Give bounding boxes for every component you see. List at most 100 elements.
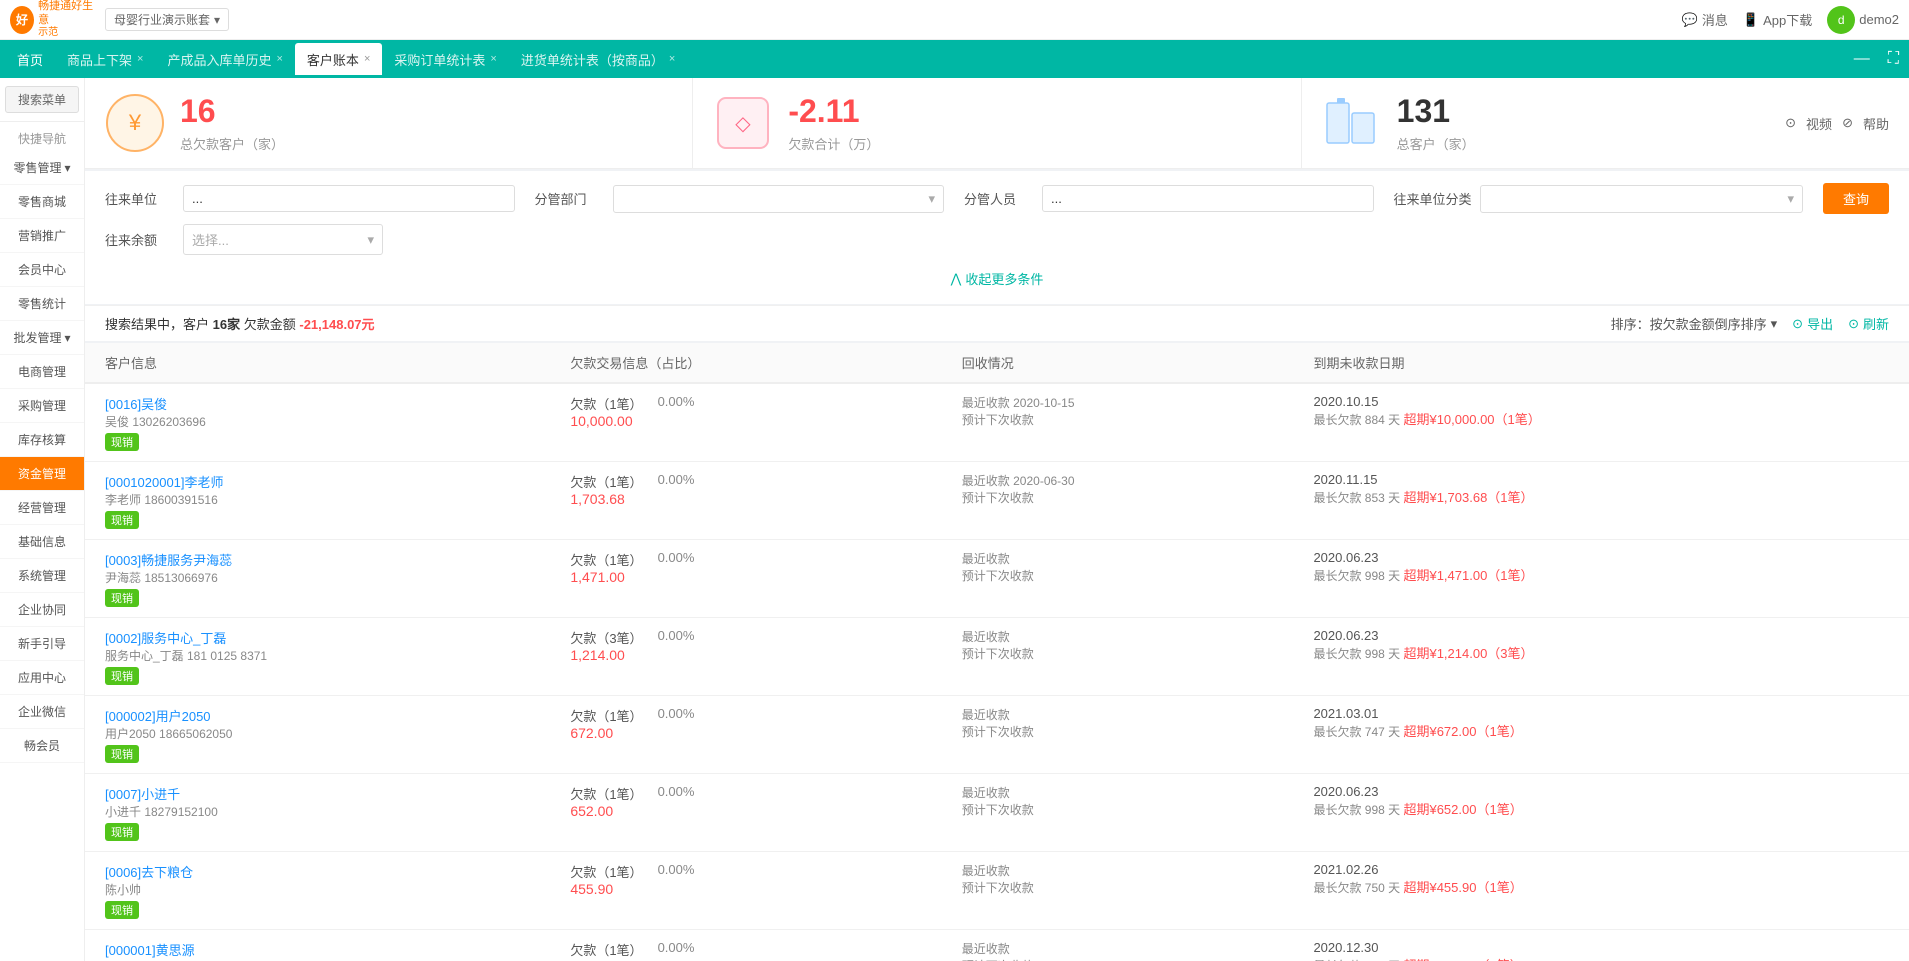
sidebar-item-enterprise-wechat[interactable]: 企业微信 bbox=[0, 695, 84, 729]
cell-return-status-6: 最近收款 预计下次收款 bbox=[942, 852, 1294, 930]
table-row: [0006]去下粮仓 陈小帅 现销 欠款（1笔） 455.90 0.00% 最近… bbox=[85, 852, 1909, 930]
tab-production-history[interactable]: 产成品入库单历史 × bbox=[155, 43, 294, 75]
balance-select[interactable]: 选择... ▾ bbox=[183, 224, 383, 255]
page-area: ¥ 16 总欠款客户（家） ◇ bbox=[85, 78, 1909, 961]
user-avatar[interactable]: d demo2 bbox=[1827, 6, 1899, 34]
debt-amount-3[interactable]: 1,214.00 bbox=[570, 647, 642, 663]
filter-manager: 分管人员 ... bbox=[964, 185, 1374, 212]
table-row: [0007]小进千 小进千 18279152100 现销 欠款（1笔） 652.… bbox=[85, 774, 1909, 852]
tab-close-icon[interactable]: × bbox=[669, 53, 675, 65]
customer-name-5[interactable]: [0007]小进千 bbox=[105, 784, 530, 803]
sidebar-item-capital[interactable]: 资金管理 bbox=[0, 457, 84, 491]
manager-input[interactable]: ... bbox=[1042, 185, 1374, 212]
sidebar-item-batch-mgmt[interactable]: 批发管理 ▾ bbox=[0, 321, 84, 355]
tab-close-icon[interactable]: × bbox=[276, 53, 282, 65]
refresh-btn[interactable]: ⊙ 刷新 bbox=[1848, 314, 1889, 333]
tab-purchase-order[interactable]: 采购订单统计表 × bbox=[382, 43, 508, 75]
sidebar-item-basic-info[interactable]: 基础信息 bbox=[0, 525, 84, 559]
sidebar-item-new-guide[interactable]: 新手引导 bbox=[0, 627, 84, 661]
result-info: 搜索结果中，客户 16家 欠款金额 -21,148.07元 bbox=[105, 314, 375, 333]
export-btn[interactable]: ⊙ 导出 bbox=[1792, 314, 1833, 333]
cell-return-status-4: 最近收款 预计下次收款 bbox=[942, 696, 1294, 774]
department-select[interactable]: ▾ bbox=[613, 185, 945, 213]
sort-select[interactable]: 排序：按欠款金额倒序排序 ▾ bbox=[1611, 314, 1778, 333]
chevron-down-icon: ▾ bbox=[64, 161, 70, 175]
debt-amount-0[interactable]: 10,000.00 bbox=[570, 413, 642, 429]
help-label[interactable]: 帮助 bbox=[1863, 114, 1889, 133]
avatar: d bbox=[1827, 6, 1855, 34]
col-due-date: 到期未收款日期 bbox=[1293, 343, 1909, 383]
debt-amount-2[interactable]: 1,471.00 bbox=[570, 569, 642, 585]
customer-name-6[interactable]: [0006]去下粮仓 bbox=[105, 862, 530, 881]
table-row: [0001020001]李老师 李老师 18600391516 现销 欠款（1笔… bbox=[85, 462, 1909, 540]
cell-debt-info-6: 欠款（1笔） 455.90 0.00% bbox=[550, 852, 941, 930]
tab-close-icon[interactable]: × bbox=[490, 53, 496, 65]
customer-name-3[interactable]: [0002]服务中心_丁磊 bbox=[105, 628, 530, 647]
overdue-amount-1[interactable]: 超期¥1,703.68（1笔） bbox=[1403, 490, 1533, 505]
cell-due-date-3: 2020.06.23 最长欠款 998 天 超期¥1,214.00（3笔） bbox=[1293, 618, 1909, 696]
card-top-actions: ⊙ 视频 ⊘ 帮助 bbox=[1785, 114, 1889, 133]
chevron-down-icon: ▾ bbox=[928, 191, 935, 207]
tab-inventory-stats[interactable]: 进货单统计表（按商品） × bbox=[509, 43, 687, 75]
sidebar-item-marketing[interactable]: 营销推广 bbox=[0, 219, 84, 253]
collapse-btn[interactable]: ⋀ 收起更多条件 bbox=[105, 265, 1889, 292]
next-collect-0: 预计下次收款 bbox=[962, 411, 1274, 428]
tab-close-icon[interactable]: × bbox=[364, 53, 370, 65]
table-row: [000002]用户2050 用户2050 18665062050 现销 欠款（… bbox=[85, 696, 1909, 774]
sidebar-item-retail-mall[interactable]: 零售商城 bbox=[0, 185, 84, 219]
col-return-status: 回收情况 bbox=[942, 343, 1294, 383]
debt-amount-1[interactable]: 1,703.68 bbox=[570, 491, 642, 507]
svg-text:¥: ¥ bbox=[128, 110, 142, 135]
filter-category: 往来单位分类 ▾ bbox=[1394, 185, 1804, 213]
sidebar-item-member-center[interactable]: 会员中心 bbox=[0, 253, 84, 287]
video-label[interactable]: 视频 bbox=[1806, 114, 1832, 133]
search-button[interactable]: 查询 bbox=[1823, 183, 1889, 214]
cell-customer-info-4: [000002]用户2050 用户2050 18665062050 现销 bbox=[85, 696, 550, 774]
tab-close-icon[interactable]: × bbox=[137, 53, 143, 65]
overdue-amount-4[interactable]: 超期¥672.00（1笔） bbox=[1403, 724, 1522, 739]
sidebar-item-enterprise-coop[interactable]: 企业协同 bbox=[0, 593, 84, 627]
overdue-amount-3[interactable]: 超期¥1,214.00（3笔） bbox=[1403, 646, 1533, 661]
debt-amount-4[interactable]: 672.00 bbox=[570, 725, 642, 741]
customer-name-1[interactable]: [0001020001]李老师 bbox=[105, 472, 530, 491]
app-download-btn[interactable]: 📱 App下载 bbox=[1743, 10, 1812, 29]
sidebar-item-retail-mgmt[interactable]: 零售管理 ▾ bbox=[0, 151, 84, 185]
sidebar-item-operations[interactable]: 经营管理 bbox=[0, 491, 84, 525]
overdue-amount-0[interactable]: 超期¥10,000.00（1笔） bbox=[1403, 412, 1540, 427]
tab-customer-account[interactable]: 客户账本 × bbox=[295, 43, 382, 75]
sidebar-item-member-plus[interactable]: 畅会员 bbox=[0, 729, 84, 763]
sidebar-item-system[interactable]: 系统管理 bbox=[0, 559, 84, 593]
supplier-input[interactable]: ... bbox=[183, 185, 515, 212]
quick-nav-label[interactable]: 快捷导航 bbox=[0, 122, 84, 151]
industry-select[interactable]: 母婴行业演示账套 ▾ bbox=[105, 8, 229, 31]
industry-selector[interactable]: 母婴行业演示账套 ▾ bbox=[95, 8, 1682, 31]
customer-name-2[interactable]: [0003]畅捷服务尹海蕊 bbox=[105, 550, 530, 569]
search-menu-btn[interactable]: 搜索菜单 bbox=[5, 86, 79, 113]
customer-name-4[interactable]: [000002]用户2050 bbox=[105, 706, 530, 725]
tab-minimize-icon[interactable]: — bbox=[1849, 50, 1875, 68]
debt-amount-5[interactable]: 652.00 bbox=[570, 803, 642, 819]
sidebar-search-area: 搜索菜单 bbox=[0, 78, 84, 122]
category-select[interactable]: ▾ bbox=[1480, 185, 1803, 213]
customer-tag-6: 现销 bbox=[105, 901, 139, 919]
sidebar-item-ecommerce[interactable]: 电商管理 bbox=[0, 355, 84, 389]
overdue-amount-6[interactable]: 超期¥455.90（1笔） bbox=[1403, 880, 1522, 895]
total-customers-value: 131 bbox=[1397, 93, 1475, 130]
sidebar-item-purchase[interactable]: 采购管理 bbox=[0, 389, 84, 423]
sidebar-item-app-center[interactable]: 应用中心 bbox=[0, 661, 84, 695]
cell-due-date-4: 2021.03.01 最长欠款 747 天 超期¥672.00（1笔） bbox=[1293, 696, 1909, 774]
debt-amount-6[interactable]: 455.90 bbox=[570, 881, 642, 897]
tab-maximize-icon[interactable]: ⛶ bbox=[1883, 50, 1904, 68]
overdue-amount-2[interactable]: 超期¥1,471.00（1笔） bbox=[1403, 568, 1533, 583]
tab-product-shelf[interactable]: 商品上下架 × bbox=[55, 43, 155, 75]
overdue-amount-5[interactable]: 超期¥652.00（1笔） bbox=[1403, 802, 1522, 817]
next-collect-1: 预计下次收款 bbox=[962, 489, 1274, 506]
due-date-4: 2021.03.01 bbox=[1313, 706, 1889, 721]
tab-home[interactable]: 首页 bbox=[5, 43, 55, 75]
message-btn[interactable]: 💬 消息 bbox=[1682, 10, 1728, 29]
customer-name-7[interactable]: [000001]黄思源 bbox=[105, 940, 530, 959]
table-row: [0016]吴俊 吴俊 13026203696 现销 欠款（1笔） 10,000… bbox=[85, 383, 1909, 462]
customer-name-0[interactable]: [0016]吴俊 bbox=[105, 394, 530, 413]
sidebar-item-inventory[interactable]: 库存核算 bbox=[0, 423, 84, 457]
sidebar-item-retail-stats[interactable]: 零售统计 bbox=[0, 287, 84, 321]
